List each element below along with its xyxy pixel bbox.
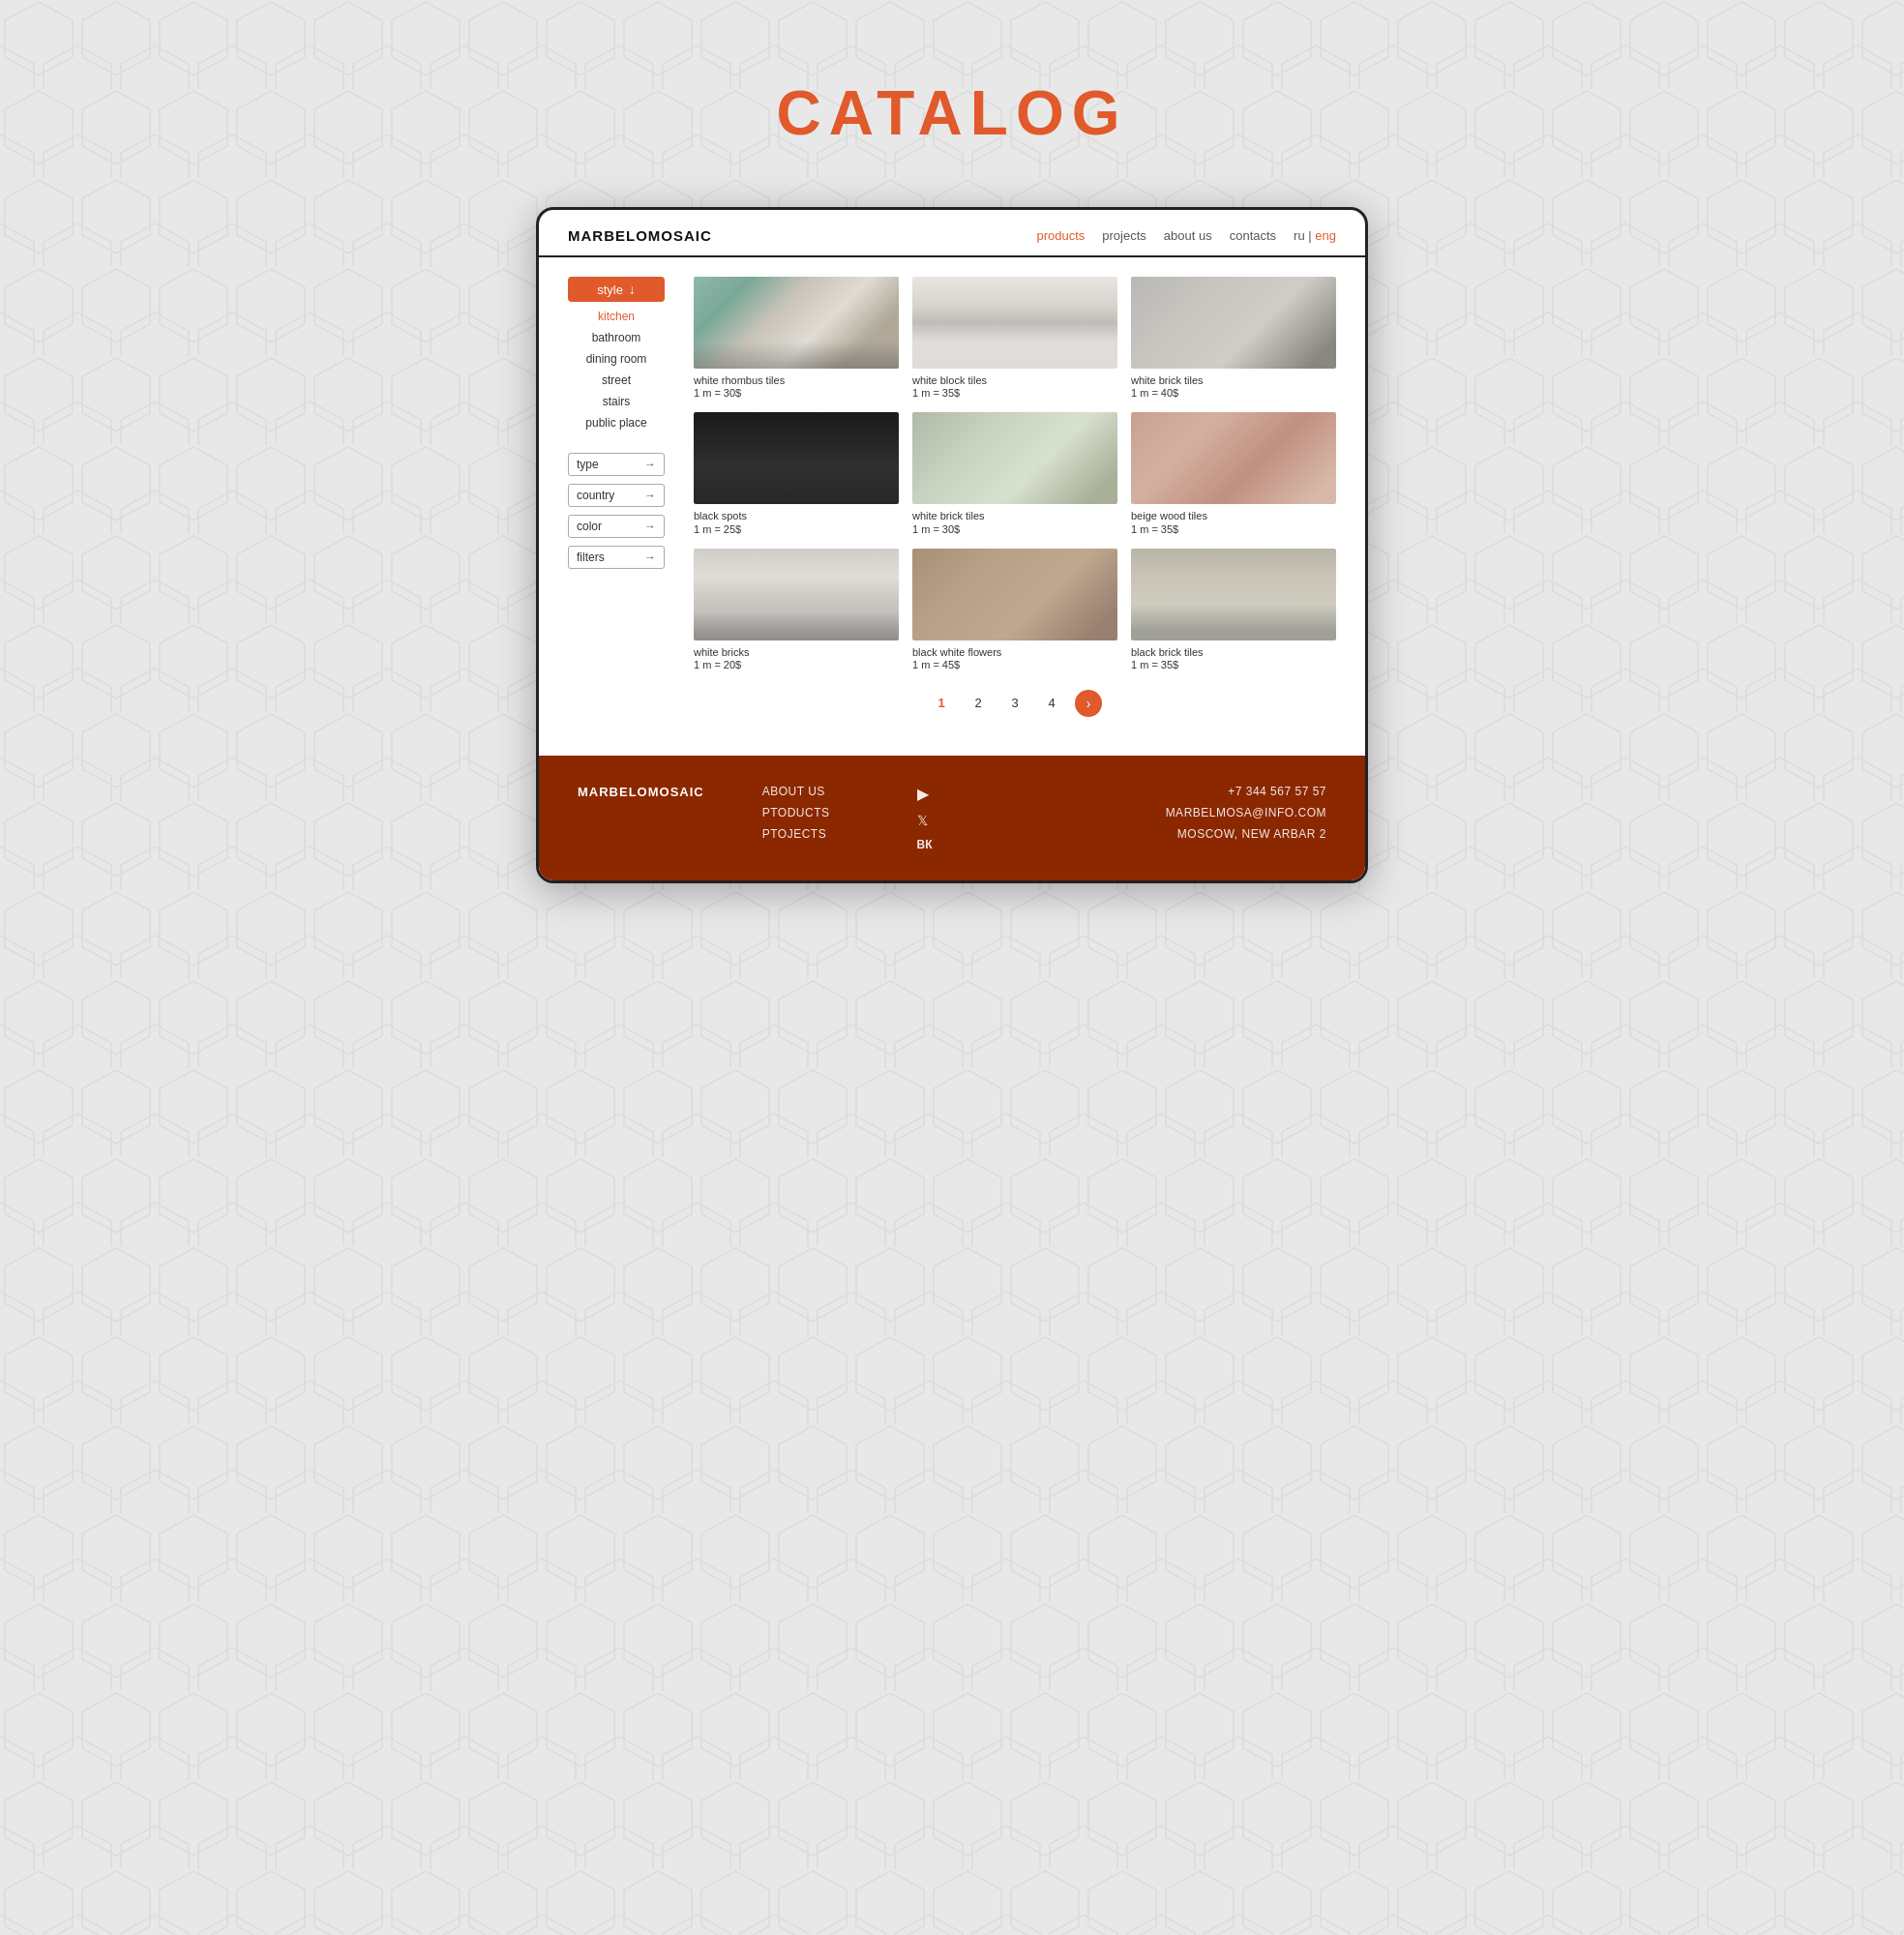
site-content: style ↓ kitchen bathroom dining room str…	[539, 257, 1365, 756]
filters-label: filters	[577, 551, 605, 564]
nav-products[interactable]: products	[1036, 228, 1085, 243]
youtube-icon[interactable]: ▶	[917, 785, 933, 803]
nav-contacts[interactable]: contacts	[1230, 228, 1276, 243]
product-image-5	[1131, 412, 1336, 504]
type-label: type	[577, 458, 599, 471]
product-title-4: white brick tiles	[912, 509, 1117, 522]
product-card-3[interactable]: black spots1 m = 25$	[694, 412, 899, 534]
product-price-8: 1 m = 35$	[1131, 659, 1336, 670]
footer-contact: +7 344 567 57 57 MARBELMOSA@INFO.COM MOS…	[1166, 785, 1326, 841]
sidebar-item-public-place[interactable]: public place	[568, 412, 665, 433]
product-title-5: beige wood tiles	[1131, 509, 1336, 522]
product-card-6[interactable]: white bricks1 m = 20$	[694, 549, 899, 670]
product-price-6: 1 m = 20$	[694, 659, 899, 670]
site-header: MARBELOMOSAIC products projects about us…	[539, 210, 1365, 257]
site-footer: MARBELOMOSAIC ABOUT US PTODUCTS PTOJECTS…	[539, 756, 1365, 880]
site-nav: products projects about us contacts ru |…	[1036, 228, 1336, 243]
product-card-2[interactable]: white brick tiles1 m = 40$	[1131, 277, 1336, 399]
product-title-3: black spots	[694, 509, 899, 522]
page-1[interactable]: 1	[928, 690, 955, 717]
type-arrow-icon: →	[644, 458, 656, 471]
product-image-2	[1131, 277, 1336, 369]
product-image-6	[694, 549, 899, 640]
lang-ru[interactable]: ru	[1294, 228, 1305, 243]
style-items-list: kitchen bathroom dining room street stai…	[568, 306, 665, 433]
color-label: color	[577, 520, 602, 533]
style-filter-button[interactable]: style ↓	[568, 277, 665, 302]
product-card-1[interactable]: white block tiles1 m = 35$	[912, 277, 1117, 399]
nav-lang: ru | eng	[1294, 228, 1336, 243]
country-arrow-icon: →	[644, 489, 656, 502]
sidebar: style ↓ kitchen bathroom dining room str…	[568, 277, 665, 727]
product-price-1: 1 m = 35$	[912, 387, 1117, 399]
product-card-4[interactable]: white brick tiles1 m = 30$	[912, 412, 1117, 534]
product-image-4	[912, 412, 1117, 504]
product-card-0[interactable]: white rhombus tiles1 m = 30$	[694, 277, 899, 399]
product-title-1: white block tiles	[912, 373, 1117, 387]
product-image-7	[912, 549, 1117, 640]
product-card-7[interactable]: black white flowers1 m = 45$	[912, 549, 1117, 670]
product-title-2: white brick tiles	[1131, 373, 1336, 387]
product-title-8: black brick tiles	[1131, 645, 1336, 659]
nav-about[interactable]: about us	[1164, 228, 1212, 243]
page-4[interactable]: 4	[1038, 690, 1065, 717]
device-frame: MARBELOMOSAIC products projects about us…	[536, 207, 1368, 883]
arrow-down-icon: ↓	[629, 282, 636, 297]
footer-projects[interactable]: PTOJECTS	[762, 827, 830, 841]
color-arrow-icon: →	[644, 520, 656, 533]
country-filter[interactable]: country →	[568, 484, 665, 507]
twitter-icon[interactable]: 𝕏	[917, 813, 933, 828]
sidebar-item-street[interactable]: street	[568, 370, 665, 391]
sidebar-item-kitchen[interactable]: kitchen	[568, 306, 665, 327]
product-title-7: black white flowers	[912, 645, 1117, 659]
product-card-5[interactable]: beige wood tiles1 m = 35$	[1131, 412, 1336, 534]
product-price-2: 1 m = 40$	[1131, 387, 1336, 399]
product-title-6: white bricks	[694, 645, 899, 659]
page-title: CATALOG	[777, 77, 1128, 149]
product-grid: white rhombus tiles1 m = 30$white block …	[694, 277, 1336, 670]
product-price-7: 1 m = 45$	[912, 659, 1117, 670]
footer-phone: +7 344 567 57 57	[1166, 785, 1326, 798]
vk-icon[interactable]: ВК	[917, 838, 933, 851]
sidebar-item-stairs[interactable]: stairs	[568, 391, 665, 412]
product-price-5: 1 m = 35$	[1131, 523, 1336, 535]
footer-links: ABOUT US PTODUCTS PTOJECTS	[762, 785, 830, 841]
filters-arrow-icon: →	[644, 551, 656, 564]
type-filter[interactable]: type →	[568, 453, 665, 476]
product-image-8	[1131, 549, 1336, 640]
sidebar-item-dining-room[interactable]: dining room	[568, 348, 665, 370]
page-next-button[interactable]: ›	[1075, 690, 1102, 717]
page-3[interactable]: 3	[1001, 690, 1028, 717]
color-filter[interactable]: color →	[568, 515, 665, 538]
product-price-0: 1 m = 30$	[694, 387, 899, 399]
style-label: style	[597, 283, 623, 297]
product-price-3: 1 m = 25$	[694, 523, 899, 535]
pagination: 1 2 3 4 ›	[694, 690, 1336, 727]
site-logo: MARBELOMOSAIC	[568, 227, 712, 244]
footer-email: MARBELMOSA@INFO.COM	[1166, 806, 1326, 819]
product-card-8[interactable]: black brick tiles1 m = 35$	[1131, 549, 1336, 670]
product-price-4: 1 m = 30$	[912, 523, 1117, 535]
footer-social: ▶ 𝕏 ВК	[917, 785, 933, 851]
footer-address: MOSCOW, NEW ARBAR 2	[1166, 827, 1326, 841]
filters-filter[interactable]: filters →	[568, 546, 665, 569]
footer-about[interactable]: ABOUT US	[762, 785, 830, 798]
country-label: country	[577, 489, 614, 502]
footer-products[interactable]: PTODUCTS	[762, 806, 830, 819]
footer-logo: MARBELOMOSAIC	[578, 785, 704, 799]
lang-eng[interactable]: eng	[1315, 228, 1336, 243]
product-grid-area: white rhombus tiles1 m = 30$white block …	[694, 277, 1336, 727]
product-image-0	[694, 277, 899, 369]
nav-projects[interactable]: projects	[1102, 228, 1146, 243]
product-image-1	[912, 277, 1117, 369]
product-image-3	[694, 412, 899, 504]
product-title-0: white rhombus tiles	[694, 373, 899, 387]
sidebar-item-bathroom[interactable]: bathroom	[568, 327, 665, 348]
page-2[interactable]: 2	[965, 690, 992, 717]
